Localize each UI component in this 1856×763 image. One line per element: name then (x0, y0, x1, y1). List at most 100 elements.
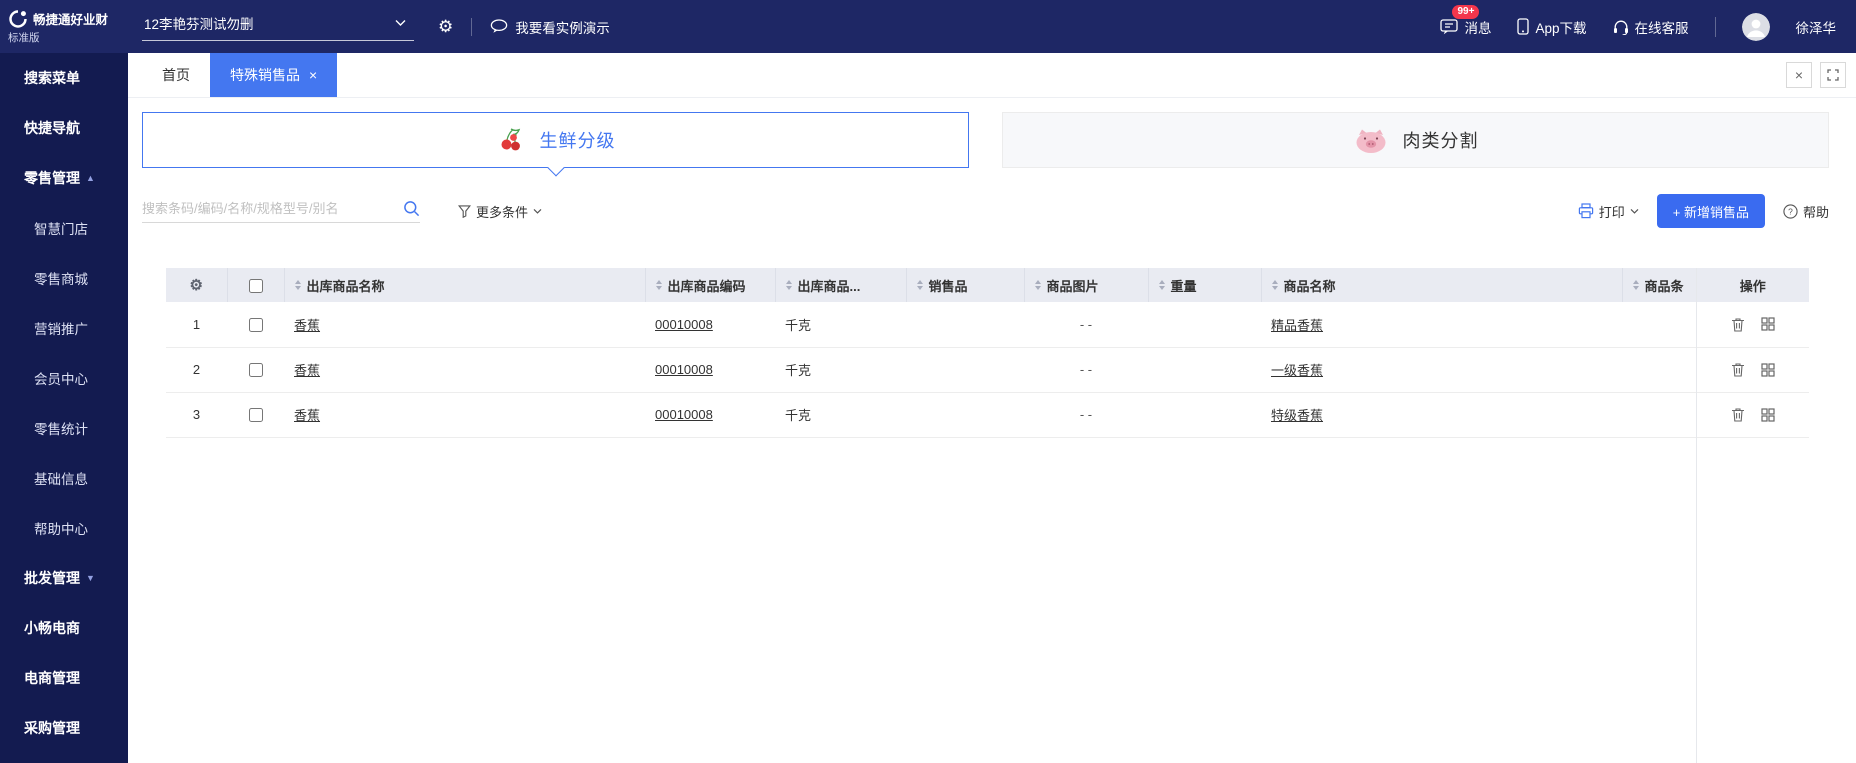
row-checkbox[interactable] (248, 363, 263, 378)
column-header: 商品名称 (1283, 278, 1336, 294)
sidebar-group-retail-management[interactable]: 零售管理 ▲ (0, 153, 128, 203)
sort-icon[interactable] (916, 280, 923, 290)
item-code-link[interactable]: 00010008 (655, 317, 713, 332)
sidebar-item-label: 快捷导航 (24, 120, 80, 136)
logo-title: 畅捷通好业财 (33, 13, 109, 27)
sidebar-item-basic-info[interactable]: 基础信息 (0, 453, 128, 503)
sidebar: 搜索菜单 快捷导航 零售管理 ▲ 智慧门店 零售商城 营销推广 会员中心 零售统计… (0, 53, 128, 763)
cherry-icon (496, 125, 526, 155)
sort-icon[interactable] (1632, 280, 1639, 290)
sidebar-item-search-menu[interactable]: 搜索菜单 (0, 53, 128, 103)
grid-icon[interactable] (1761, 407, 1775, 422)
fullscreen-icon (1827, 69, 1839, 81)
help-button[interactable]: ? 帮助 (1783, 202, 1829, 221)
tab-label: 特殊销售品 (230, 67, 300, 83)
sidebar-item-retail-stats[interactable]: 零售统计 (0, 403, 128, 453)
category-tab-fresh-grading[interactable]: 生鲜分级 (142, 112, 969, 168)
column-settings-gear-icon[interactable]: ⚙ (190, 277, 203, 294)
sidebar-item-retail-mall[interactable]: 零售商城 (0, 253, 128, 303)
sort-icon[interactable] (1034, 280, 1041, 290)
sidebar-item-label: 零售管理 (24, 170, 80, 186)
search-input[interactable] (142, 200, 397, 216)
topbar-divider (471, 17, 473, 36)
print-button[interactable]: 打印 (1578, 202, 1639, 221)
sort-icon[interactable] (785, 280, 792, 290)
tab-special-sales[interactable]: 特殊销售品 × (210, 53, 338, 97)
item-name-link[interactable]: 香蕉 (294, 363, 320, 378)
product-name-link[interactable]: 精品香蕉 (1271, 318, 1323, 333)
delete-icon[interactable] (1731, 362, 1745, 377)
messages-label: 消息 (1464, 20, 1492, 36)
search-box (142, 200, 420, 223)
close-tabs-button[interactable]: × (1786, 62, 1812, 88)
chevron-up-icon: ▲ (86, 172, 95, 183)
product-name-link[interactable]: 一级香蕉 (1271, 363, 1323, 378)
more-filters-label: 更多条件 (476, 204, 529, 220)
delete-icon[interactable] (1731, 317, 1745, 332)
close-icon[interactable]: × (309, 68, 317, 82)
delete-icon[interactable] (1731, 407, 1745, 422)
online-service-button[interactable]: 在线客服 (1613, 17, 1689, 37)
product-name-link[interactable]: 特级香蕉 (1271, 408, 1323, 423)
question-circle-icon: ? (1783, 203, 1798, 219)
category-tab-meat-cutting[interactable]: 肉类分割 (1002, 112, 1829, 168)
sort-icon[interactable] (1158, 280, 1165, 290)
logo-icon (8, 9, 28, 29)
settings-gear-icon[interactable]: ⚙ (438, 18, 453, 35)
demo-link[interactable]: 我要看实例演示 (490, 17, 610, 37)
item-name-link[interactable]: 香蕉 (294, 318, 320, 333)
tab-label: 首页 (162, 67, 190, 83)
sort-icon[interactable] (1271, 280, 1278, 290)
account-selector[interactable]: 12李艳芬测试勿删 (142, 13, 414, 41)
row-index: 3 (192, 407, 201, 422)
sidebar-item-help-center[interactable]: 帮助中心 (0, 503, 128, 553)
app-download-button[interactable]: App下载 (1517, 17, 1587, 37)
more-filters-button[interactable]: 更多条件 (458, 202, 542, 221)
sort-icon[interactable] (294, 280, 301, 290)
row-checkbox[interactable] (248, 408, 263, 423)
sidebar-item-label: 帮助中心 (34, 522, 88, 537)
search-icon[interactable] (403, 200, 420, 217)
item-code-link[interactable]: 00010008 (655, 407, 713, 422)
table-row: 2 香蕉 00010008 千克 - - 一级香蕉 (166, 347, 1809, 393)
logo-subtitle: 标准版 (8, 31, 40, 44)
table-row: 1 香蕉 00010008 千克 - - 精品香蕉 (166, 302, 1809, 348)
chat-icon (1440, 18, 1459, 35)
sidebar-item-quick-nav[interactable]: 快捷导航 (0, 103, 128, 153)
sidebar-item-procurement-management[interactable]: 采购管理 (0, 703, 128, 753)
demo-link-label: 我要看实例演示 (515, 20, 610, 36)
fullscreen-button[interactable] (1820, 62, 1846, 88)
sidebar-item-xiaochang-ecommerce[interactable]: 小畅电商 (0, 603, 128, 653)
grid-icon[interactable] (1761, 317, 1775, 331)
sidebar-item-label: 营销推广 (34, 322, 88, 337)
select-all-checkbox[interactable] (248, 278, 263, 293)
chevron-down-icon (1630, 208, 1639, 215)
column-header: 商品条 (1644, 278, 1684, 294)
topbar-divider (1714, 16, 1716, 37)
sidebar-item-smart-store[interactable]: 智慧门店 (0, 203, 128, 253)
row-checkbox[interactable] (248, 318, 263, 333)
avatar[interactable] (1741, 12, 1770, 41)
messages-button[interactable]: 99+ 消息 (1440, 4, 1492, 37)
sales-item-table: ⚙ 出库商品名称 出库商品编码 出库商品... 销售品 商品图片 重量 商品名称… (166, 268, 1856, 763)
page-special-sales: 生鲜分级 肉类分割 搜索条码/编码/名称/规格型号/别名 更多条件 打印 + 新… (128, 98, 1856, 763)
sort-icon[interactable] (655, 280, 662, 290)
column-header: 出库商品名称 (306, 278, 385, 294)
tab-home[interactable]: 首页 (142, 53, 210, 97)
item-image-placeholder: - - (1079, 316, 1093, 332)
speech-bubble-icon (490, 19, 508, 34)
sidebar-group-wholesale-management[interactable]: 批发管理 ▼ (0, 553, 128, 603)
add-sales-item-button[interactable]: + 新增销售品 (1656, 194, 1765, 228)
item-code-link[interactable]: 00010008 (655, 362, 713, 377)
sidebar-item-member-center[interactable]: 会员中心 (0, 353, 128, 403)
funnel-icon (458, 204, 471, 218)
column-header: 销售品 (928, 278, 968, 294)
toolbar-right: 打印 + 新增销售品 ? 帮助 (1578, 194, 1829, 228)
sidebar-item-ecommerce-management[interactable]: 电商管理 (0, 653, 128, 703)
grid-icon[interactable] (1761, 362, 1775, 377)
topbar: 畅捷通好业财 标准版 12李艳芬测试勿删 ⚙ 我要看实例演示 99+ 消息 Ap… (0, 0, 1856, 53)
sidebar-item-label: 智慧门店 (34, 222, 88, 237)
svg-text:?: ? (1788, 206, 1793, 216)
sidebar-item-marketing[interactable]: 营销推广 (0, 303, 128, 353)
item-name-link[interactable]: 香蕉 (294, 408, 320, 423)
